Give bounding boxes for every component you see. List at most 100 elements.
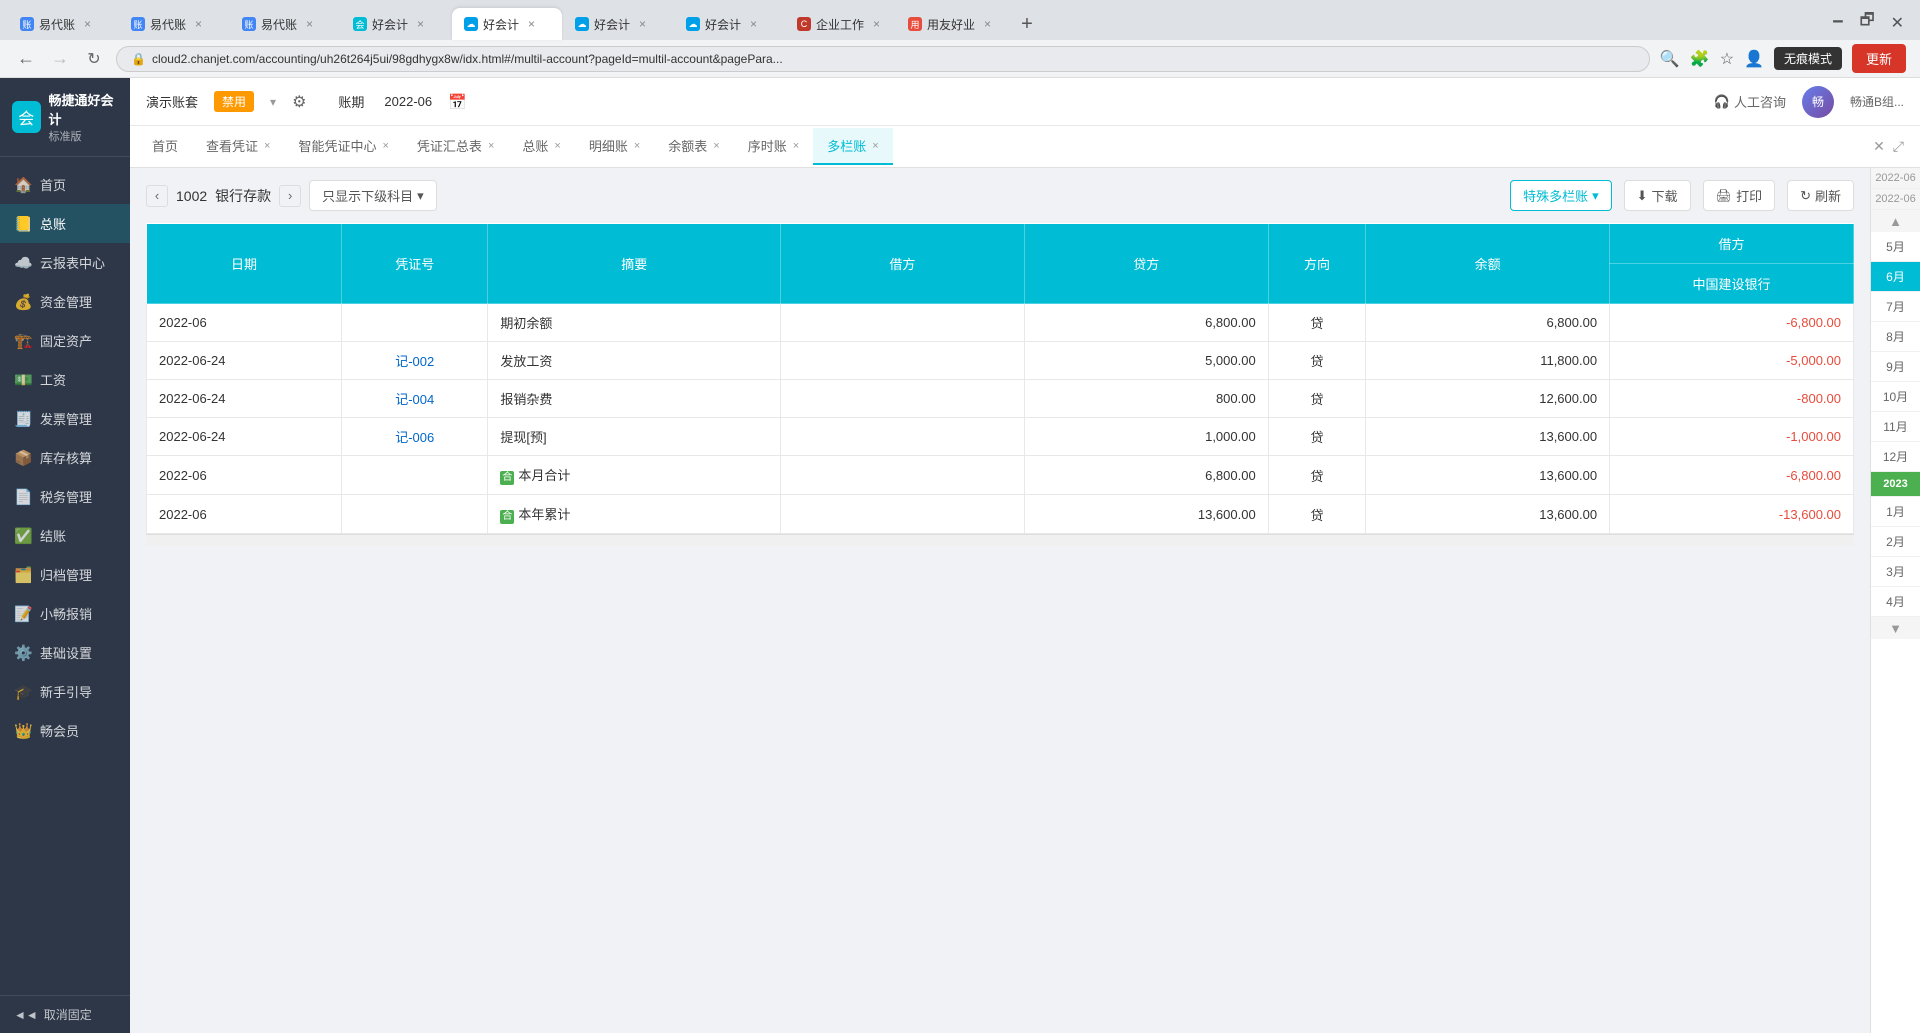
forward-button[interactable]: → <box>48 48 72 69</box>
tab-close-icon[interactable]: × <box>417 17 424 31</box>
month-7[interactable]: 7月 <box>1871 292 1920 322</box>
tab-close-icon[interactable]: × <box>873 17 880 31</box>
tab-close[interactable]: × <box>488 140 494 152</box>
expand-panel-icon[interactable]: ⤢ <box>1893 138 1904 155</box>
voucher-link[interactable]: 记-006 <box>395 430 434 445</box>
sidebar-item-guide[interactable]: 🎓 新手引导 <box>0 672 130 711</box>
sidebar-item-tax[interactable]: 📄 税务管理 <box>0 477 130 516</box>
month-4[interactable]: 4月 <box>1871 587 1920 617</box>
month-12[interactable]: 12月 <box>1871 442 1920 472</box>
month-1[interactable]: 1月 <box>1871 497 1920 527</box>
sidebar-item-archive[interactable]: 🗂️ 归档管理 <box>0 555 130 594</box>
month-5[interactable]: 5月 <box>1871 232 1920 262</box>
tab-haokuaiji-3[interactable]: ☁ 好会计 × <box>563 8 673 40</box>
prev-account-button[interactable]: ‹ <box>146 185 168 207</box>
tab-close[interactable]: × <box>634 140 640 152</box>
refresh-button[interactable]: ↻ <box>82 49 106 69</box>
tab-close-icon[interactable]: × <box>639 17 646 31</box>
tab-close-icon[interactable]: × <box>306 17 313 31</box>
tab-detail-ledger[interactable]: 明细账 × <box>575 128 654 165</box>
tab-close[interactable]: × <box>872 140 878 152</box>
tab-smart-voucher[interactable]: 智能凭证中心 × <box>284 128 402 165</box>
tab-enterprise[interactable]: C 企业工作 × <box>785 8 895 40</box>
refresh-button[interactable]: ↻ 刷新 <box>1787 180 1854 211</box>
bookmark-icon[interactable]: ☆ <box>1720 49 1734 69</box>
tab-close-icon[interactable]: × <box>84 17 91 31</box>
sidebar-item-finance[interactable]: 💰 资金管理 <box>0 282 130 321</box>
voucher-link[interactable]: 记-004 <box>395 392 434 407</box>
tab-haokuaiji-4[interactable]: ☁ 好会计 × <box>674 8 784 40</box>
scrollbar-area[interactable] <box>146 534 1854 546</box>
tab-voucher-summary[interactable]: 凭证汇总表 × <box>403 128 508 165</box>
url-field[interactable]: 🔒 cloud2.chanjet.com/accounting/uh26t264… <box>116 46 1650 72</box>
tab-general-ledger[interactable]: 总账 × <box>508 128 574 165</box>
tab-home[interactable]: 首页 <box>138 128 192 165</box>
sidebar-item-assets[interactable]: 🏗️ 固定资产 <box>0 321 130 360</box>
update-button[interactable]: 更新 <box>1852 44 1906 73</box>
restore-icon[interactable]: 🗗 <box>1860 9 1875 36</box>
sidebar-item-home[interactable]: 🏠 首页 <box>0 165 130 204</box>
tab-multi-col[interactable]: 多栏账 × <box>813 128 892 165</box>
month-10[interactable]: 10月 <box>1871 382 1920 412</box>
sidebar-item-member[interactable]: 👑 畅会员 <box>0 711 130 750</box>
tab-close-icon[interactable]: × <box>984 17 991 31</box>
month-3[interactable]: 3月 <box>1871 557 1920 587</box>
print-button[interactable]: 🖨 打印 <box>1703 180 1776 211</box>
tab-haokuaiji-1[interactable]: 会 好会计 × <box>341 8 451 40</box>
tab-view-voucher[interactable]: 查看凭证 × <box>192 128 284 165</box>
scroll-up-button[interactable]: ▲ <box>1871 210 1920 232</box>
cell-voucher[interactable]: 记-004 <box>342 380 488 418</box>
sidebar-item-expense[interactable]: 📝 小畅报销 <box>0 594 130 633</box>
settings-icon[interactable]: ⚙ <box>292 92 306 112</box>
minimize-icon[interactable]: 🗕 <box>1832 9 1843 36</box>
tab-close[interactable]: × <box>554 140 560 152</box>
download-button[interactable]: ⬇ 下载 <box>1624 180 1691 211</box>
search-icon[interactable]: 🔍 <box>1660 49 1680 69</box>
sidebar-item-ledger[interactable]: 📒 总账 <box>0 204 130 243</box>
sidebar-item-cloud-reports[interactable]: ☁️ 云报表中心 <box>0 243 130 282</box>
extension-icon[interactable]: 🧩 <box>1690 49 1710 69</box>
tab-close-icon[interactable]: × <box>528 17 535 31</box>
cell-voucher[interactable]: 记-002 <box>342 342 488 380</box>
service-link[interactable]: 🎧 人工咨询 <box>1714 92 1786 111</box>
close-icon[interactable]: ✕ <box>1891 13 1904 33</box>
tab-yonyou[interactable]: 用 用友好业 × <box>896 8 1006 40</box>
tab-add-button[interactable]: + <box>1011 8 1043 40</box>
user-avatar[interactable]: 畅 <box>1802 86 1834 118</box>
sidebar-item-salary[interactable]: 💵 工资 <box>0 360 130 399</box>
tab-close[interactable]: × <box>713 140 719 152</box>
back-button[interactable]: ← <box>14 48 38 69</box>
month-6[interactable]: 6月 <box>1871 262 1920 292</box>
tab-haokuaiji-2-active[interactable]: ☁ 好会计 × <box>452 8 562 40</box>
sidebar-item-invoice[interactable]: 🧾 发票管理 <box>0 399 130 438</box>
cell-voucher[interactable]: 记-006 <box>342 418 488 456</box>
sidebar-unpin[interactable]: ◄◄ 取消固定 <box>0 995 130 1033</box>
next-account-button[interactable]: › <box>279 185 301 207</box>
dropdown-arrow[interactable]: ▾ <box>270 95 276 109</box>
tab-close[interactable]: × <box>264 140 270 152</box>
tab-journal[interactable]: 序时账 × <box>734 128 813 165</box>
tab-yidaizhang-3[interactable]: 账 易代账 × <box>230 8 340 40</box>
scroll-down-button[interactable]: ▼ <box>1871 617 1920 639</box>
filter-button[interactable]: 只显示下级科目 ▾ <box>309 180 437 211</box>
sidebar-item-close-account[interactable]: ✅ 结账 <box>0 516 130 555</box>
month-2[interactable]: 2月 <box>1871 527 1920 557</box>
sidebar-footer-label: 取消固定 <box>44 1006 92 1023</box>
multi-col-button[interactable]: 特殊多栏账 ▾ <box>1510 180 1612 211</box>
collapse-panel-icon[interactable]: ✕ <box>1873 138 1885 155</box>
profile-icon[interactable]: 👤 <box>1744 49 1764 69</box>
tab-close[interactable]: × <box>382 140 388 152</box>
tab-yidaizhang-1[interactable]: 账 易代账 × <box>8 8 118 40</box>
tab-close-icon[interactable]: × <box>195 17 202 31</box>
tab-close[interactable]: × <box>793 140 799 152</box>
calendar-icon[interactable]: 📅 <box>448 93 467 111</box>
sidebar-item-settings[interactable]: ⚙️ 基础设置 <box>0 633 130 672</box>
voucher-link[interactable]: 记-002 <box>395 354 434 369</box>
tab-close-icon[interactable]: × <box>750 17 757 31</box>
month-8[interactable]: 8月 <box>1871 322 1920 352</box>
month-9[interactable]: 9月 <box>1871 352 1920 382</box>
month-11[interactable]: 11月 <box>1871 412 1920 442</box>
tab-balance-sheet[interactable]: 余额表 × <box>654 128 733 165</box>
tab-yidaizhang-2[interactable]: 账 易代账 × <box>119 8 229 40</box>
sidebar-item-inventory[interactable]: 📦 库存核算 <box>0 438 130 477</box>
